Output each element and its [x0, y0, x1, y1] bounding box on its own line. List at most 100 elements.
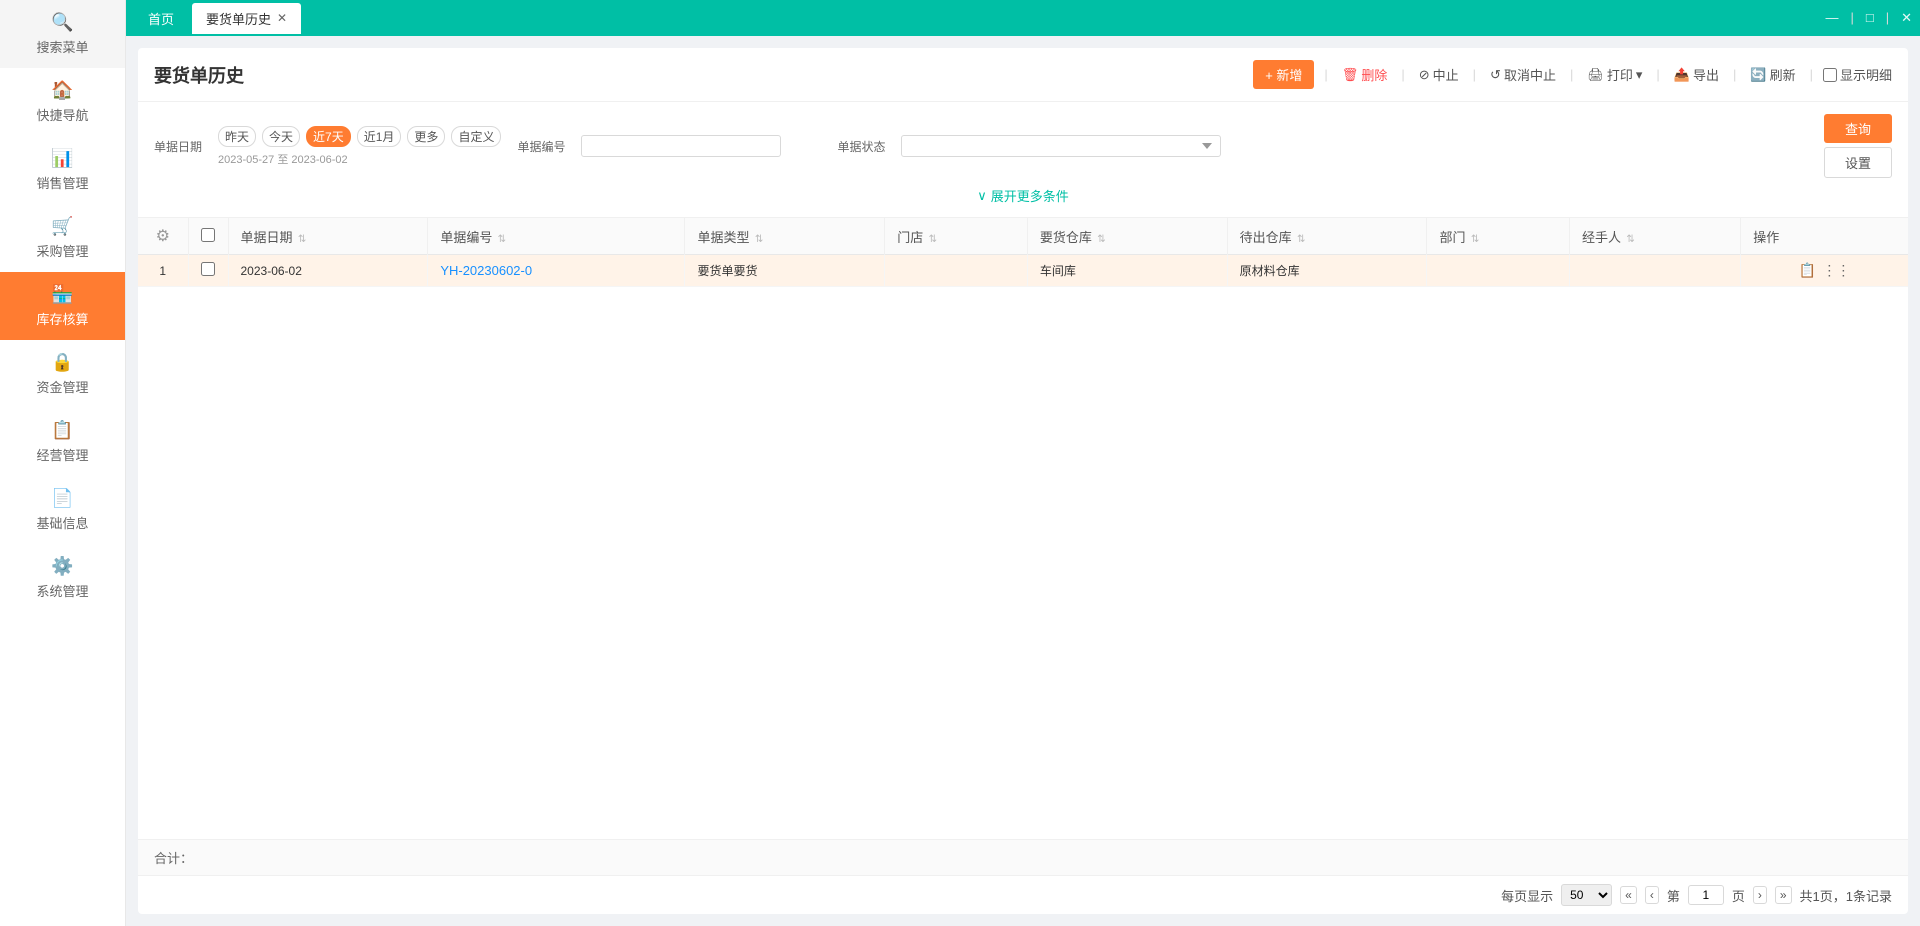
print-dropdown-icon: ▾ [1636, 67, 1643, 83]
sidebar-item-quick-nav[interactable]: 🏠 快捷导航 [0, 68, 125, 136]
sort-icon-doctype[interactable]: ⇅ [755, 234, 763, 245]
page-card: 要货单历史 + 新增 | 🗑 删除 | ⊘ 中止 | ↺ [138, 48, 1908, 914]
sales-icon: 📊 [51, 148, 73, 169]
window-controls: — | □ | ✕ [1825, 10, 1912, 26]
col-doc-no: 单据编号 ⇅ [428, 218, 685, 255]
doc-number-label: 单据编号 [517, 138, 565, 155]
settings-button[interactable]: 设置 [1824, 147, 1892, 178]
sidebar-item-finance[interactable]: 🔒 资金管理 [0, 340, 125, 408]
sidebar-item-sales-mgmt[interactable]: 📊 销售管理 [0, 136, 125, 204]
sort-icon-handler[interactable]: ⇅ [1626, 234, 1634, 245]
sidebar-item-label: 搜索菜单 [36, 37, 88, 56]
refresh-button[interactable]: 🔄 刷新 [1746, 63, 1799, 86]
table-header-row: ⚙ 单据日期 ⇅ 单据编号 ⇅ [138, 218, 1908, 255]
tab-requisition-history[interactable]: 要货单历史 ✕ [192, 3, 301, 34]
expand-more-button[interactable]: ∨ 展开更多条件 [154, 186, 1892, 205]
sort-icon-docno[interactable]: ⇅ [498, 234, 506, 245]
sidebar-item-inventory[interactable]: 🏪 库存核算 [0, 272, 125, 340]
prev-page-button[interactable]: ‹ [1645, 886, 1659, 904]
cell-store [885, 255, 1028, 287]
row-checkbox[interactable] [201, 262, 215, 276]
col-checkbox-header [188, 218, 228, 255]
sidebar-item-basic-info[interactable]: 📄 基础信息 [0, 476, 125, 544]
date-btn-yesterday[interactable]: 昨天 [218, 126, 256, 147]
doc-number-input[interactable] [581, 135, 781, 157]
sidebar-item-label: 库存核算 [36, 309, 88, 328]
system-icon: ⚙️ [51, 556, 73, 577]
purchase-icon: 🛒 [51, 216, 73, 237]
col-settings: ⚙ [138, 218, 188, 255]
minimize-button[interactable]: — [1825, 10, 1838, 26]
row-view-icon[interactable]: 📋 [1799, 262, 1816, 279]
sort-icon-reqwh[interactable]: ⇅ [1097, 234, 1105, 245]
sidebar-item-operations[interactable]: 📋 经营管理 [0, 408, 125, 476]
print-button[interactable]: 🖨 打印 ▾ [1583, 63, 1646, 86]
date-filter-group: 昨天 今天 近7天 近1月 更多 自定义 2023-05-27 至 2023-0… [218, 126, 501, 167]
close-button[interactable]: ✕ [1901, 10, 1912, 26]
stop-button[interactable]: ⊘ 中止 [1415, 63, 1463, 86]
refresh-icon: 🔄 [1750, 67, 1766, 83]
table-row: 1 2023-06-02 YH-20230602-0 要货单要货 车间库 [138, 255, 1908, 287]
main-area: 首页 要货单历史 ✕ — | □ | ✕ 要货单历史 + 新增 | 🗑 [126, 0, 1920, 926]
col-store: 门店 ⇅ [885, 218, 1028, 255]
cell-doc-type: 要货单要货 [685, 255, 885, 287]
delete-button[interactable]: 🗑 删除 [1338, 63, 1392, 86]
summary-label: 合计： [154, 851, 193, 866]
tab-home[interactable]: 首页 [134, 3, 188, 34]
cell-req-warehouse: 车间库 [1027, 255, 1227, 287]
page-size-select[interactable]: 50 10 20 100 [1561, 884, 1612, 906]
expand-icon: ∨ [977, 188, 987, 204]
content-area: 要货单历史 + 新增 | 🗑 删除 | ⊘ 中止 | ↺ [126, 36, 1920, 926]
sidebar-item-search-menu[interactable]: 🔍 搜索菜单 [0, 0, 125, 68]
query-button[interactable]: 查询 [1824, 114, 1892, 143]
sort-icon-pendingwh[interactable]: ⇅ [1297, 234, 1305, 245]
page-title: 要货单历史 [154, 62, 1245, 88]
date-btn-today[interactable]: 今天 [262, 126, 300, 147]
tab-requisition-history-label: 要货单历史 [206, 9, 271, 28]
page-label: 第 [1667, 886, 1680, 905]
show-detail-button[interactable]: 显示明细 [1823, 65, 1892, 84]
show-detail-checkbox[interactable] [1823, 68, 1837, 82]
date-btn-7days[interactable]: 近7天 [306, 126, 351, 147]
export-icon: 📤 [1674, 67, 1690, 83]
total-info: 共1页，1条记录 [1800, 886, 1892, 905]
maximize-button[interactable]: □ [1866, 10, 1874, 26]
next-page-button[interactable]: › [1753, 886, 1767, 904]
sidebar-item-system-mgmt[interactable]: ⚙️ 系统管理 [0, 544, 125, 612]
row-more-icon[interactable]: ⋮⋮ [1822, 262, 1850, 279]
cell-handler [1570, 255, 1741, 287]
sidebar-item-label: 基础信息 [36, 513, 88, 532]
sidebar-item-label: 销售管理 [36, 173, 88, 192]
col-doc-type: 单据类型 ⇅ [685, 218, 885, 255]
cell-doc-no: YH-20230602-0 [428, 255, 685, 287]
page-suffix: 页 [1732, 886, 1745, 905]
col-handler: 经手人 ⇅ [1570, 218, 1741, 255]
doc-status-label: 单据状态 [837, 138, 885, 155]
col-req-warehouse: 要货仓库 ⇅ [1027, 218, 1227, 255]
date-btn-more[interactable]: 更多 [407, 126, 445, 147]
first-page-button[interactable]: « [1620, 886, 1637, 904]
table-settings-icon[interactable]: ⚙ [156, 228, 170, 245]
sort-icon-store[interactable]: ⇅ [929, 234, 937, 245]
date-btn-custom[interactable]: 自定义 [451, 126, 501, 147]
export-button[interactable]: 📤 导出 [1670, 63, 1723, 86]
select-all-checkbox[interactable] [201, 228, 215, 242]
doc-status-select[interactable] [901, 135, 1221, 157]
tab-close-icon[interactable]: ✕ [277, 11, 287, 25]
date-filter-label: 单据日期 [154, 138, 202, 155]
sort-icon-dept[interactable]: ⇅ [1471, 234, 1479, 245]
date-btn-1month[interactable]: 近1月 [357, 126, 402, 147]
sidebar-item-purchase-mgmt[interactable]: 🛒 采购管理 [0, 204, 125, 272]
sort-icon-date[interactable]: ⇅ [298, 234, 306, 245]
page-input[interactable] [1688, 885, 1724, 905]
doc-no-link[interactable]: YH-20230602-0 [440, 263, 532, 278]
cell-pending-warehouse: 原材料仓库 [1227, 255, 1427, 287]
last-page-button[interactable]: » [1775, 886, 1792, 904]
cancel-stop-button[interactable]: ↺ 取消中止 [1486, 63, 1560, 86]
new-button[interactable]: + 新增 [1253, 60, 1314, 89]
sidebar-item-label: 经营管理 [36, 445, 88, 464]
page-header: 要货单历史 + 新增 | 🗑 删除 | ⊘ 中止 | ↺ [138, 48, 1908, 102]
date-range-text: 2023-05-27 至 2023-06-02 [218, 151, 501, 167]
tab-home-label: 首页 [148, 9, 174, 28]
sidebar: 🔍 搜索菜单 🏠 快捷导航 📊 销售管理 🛒 采购管理 🏪 库存核算 🔒 资金管… [0, 0, 126, 926]
